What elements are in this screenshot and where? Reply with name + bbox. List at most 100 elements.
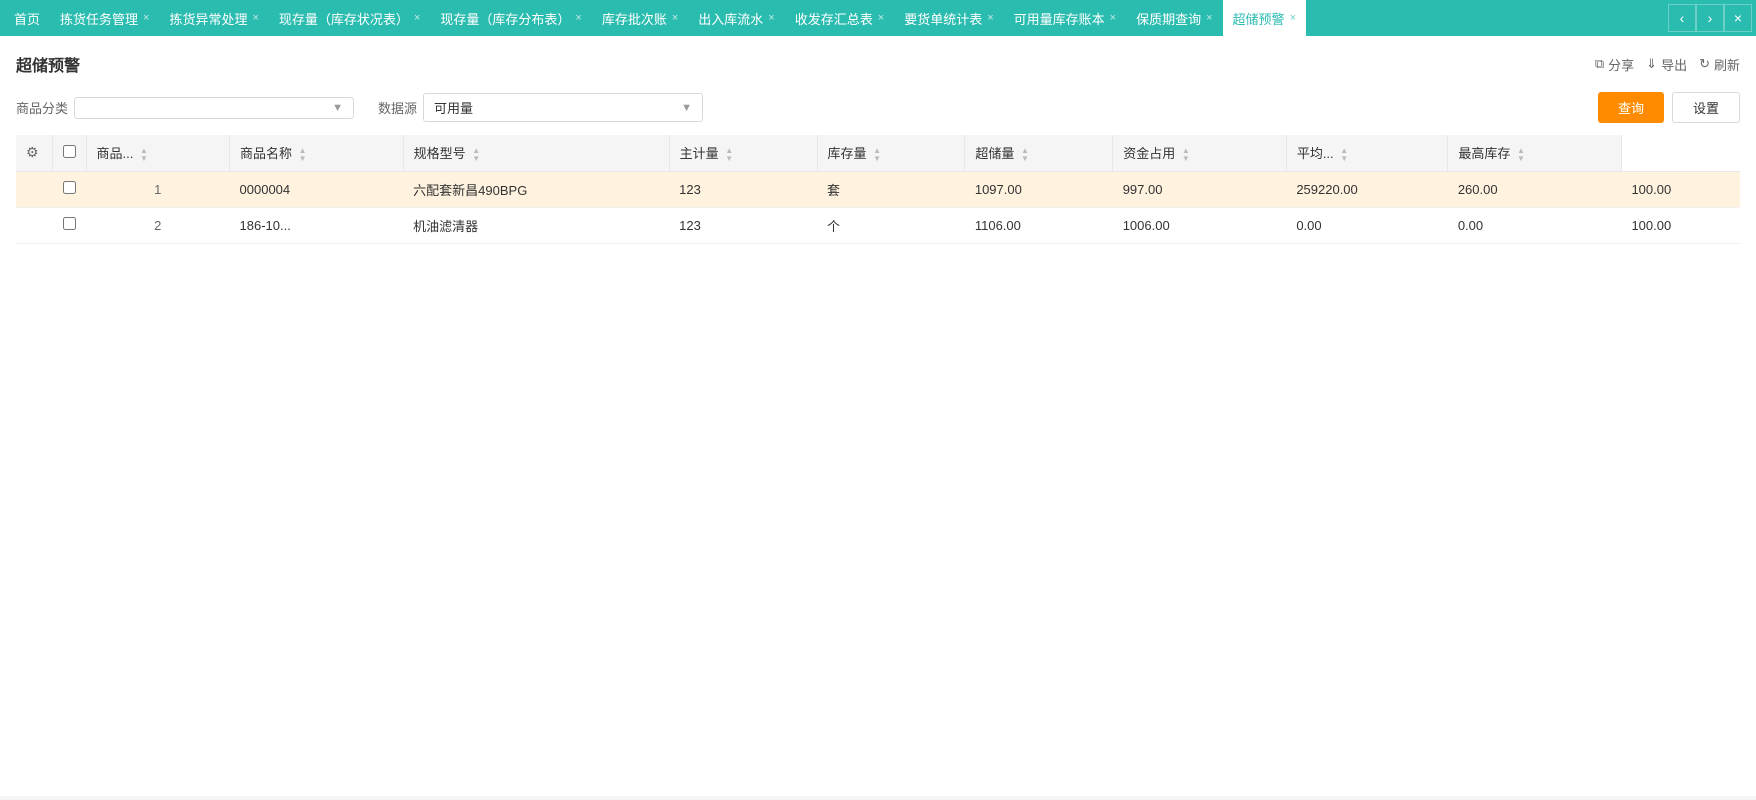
- gear-settings-icon[interactable]: ⚙: [26, 144, 39, 160]
- nav-label-order-stats: 要货单统计表: [904, 9, 982, 28]
- nav-label-recv-summary: 收发存汇总表: [795, 9, 873, 28]
- nav-close-recv-summary[interactable]: ×: [878, 12, 884, 24]
- td-overstock-0: 997.00: [1113, 171, 1287, 207]
- nav-item-order-stats[interactable]: 要货单统计表 ×: [894, 0, 1003, 36]
- page-content: 超储预警 ⧉ 分享 ⇓ 导出 ↻ 刷新 商品分类 ▼: [0, 36, 1756, 796]
- select-all-checkbox[interactable]: [63, 145, 76, 158]
- sort-icon-spec: [472, 147, 480, 163]
- th-stock[interactable]: 库存量: [817, 135, 965, 171]
- refresh-icon: ↻: [1699, 56, 1710, 72]
- th-max-stock[interactable]: 最高库存: [1448, 135, 1622, 171]
- sort-icon-product-name: [299, 147, 307, 163]
- nav-item-quality-check[interactable]: 保质期查询 ×: [1126, 0, 1222, 36]
- td-product-name-0: 六配套新昌490BPG: [403, 171, 669, 207]
- nav-close-order-stats[interactable]: ×: [987, 12, 993, 24]
- share-icon: ⧉: [1595, 56, 1604, 72]
- th-product-code-label: 商品...: [97, 146, 134, 161]
- th-capital[interactable]: 资金占用: [1113, 135, 1287, 171]
- nav-close-quality-check[interactable]: ×: [1206, 12, 1212, 24]
- nav-item-abnormal[interactable]: 拣货异常处理 ×: [159, 0, 268, 36]
- nav-item-overstock-alert[interactable]: 超储预警 ×: [1223, 0, 1306, 36]
- sort-icon-unit: [725, 147, 733, 163]
- export-icon: ⇓: [1646, 56, 1657, 72]
- datasource-label: 数据源: [378, 98, 417, 117]
- nav-label-overstock-alert: 超储预警: [1233, 9, 1285, 28]
- export-label: 导出: [1661, 55, 1687, 74]
- nav-close-inventory-dist[interactable]: ×: [575, 12, 581, 24]
- nav-item-batch-account[interactable]: 库存批次账 ×: [592, 0, 688, 36]
- filter-row: 商品分类 ▼ 数据源 可用量 ▼ 查询 设置: [16, 92, 1740, 123]
- td-avg-0: 260.00: [1448, 171, 1622, 207]
- refresh-button[interactable]: ↻ 刷新: [1699, 55, 1740, 74]
- sort-icon-capital: [1182, 147, 1190, 163]
- th-spec[interactable]: 规格型号: [403, 135, 669, 171]
- td-max-stock-1: 100.00: [1621, 207, 1740, 243]
- settings-button[interactable]: 设置: [1672, 92, 1740, 123]
- nav-item-inventory-dist[interactable]: 现存量（库存分布表） ×: [430, 0, 591, 36]
- category-dropdown-icon: ▼: [332, 102, 343, 114]
- category-filter: 商品分类 ▼: [16, 97, 354, 119]
- th-check: [52, 135, 86, 171]
- nav-label-inventory-dist: 现存量（库存分布表）: [440, 9, 570, 28]
- nav-item-home[interactable]: 首页: [4, 0, 50, 36]
- datasource-select[interactable]: 可用量 ▼: [423, 93, 703, 122]
- th-max-stock-label: 最高库存: [1458, 146, 1510, 161]
- th-product-name[interactable]: 商品名称: [230, 135, 404, 171]
- th-avg-label: 平均...: [1297, 146, 1334, 161]
- th-stock-label: 库存量: [828, 146, 867, 161]
- th-overstock-label: 超储量: [975, 146, 1014, 161]
- table-row: 1 0000004 六配套新昌490BPG 123 套 1097.00 997.…: [16, 171, 1740, 207]
- td-capital-0: 259220.00: [1286, 171, 1448, 207]
- td-max-stock-0: 100.00: [1621, 171, 1740, 207]
- datasource-dropdown-icon: ▼: [681, 102, 692, 114]
- nav-item-inventory-status[interactable]: 现存量（库存状况表） ×: [269, 0, 430, 36]
- th-overstock[interactable]: 超储量: [965, 135, 1113, 171]
- sort-icon-product-code: [140, 147, 148, 163]
- td-check-0[interactable]: [52, 171, 86, 207]
- td-stock-1: 1106.00: [965, 207, 1113, 243]
- td-avg-1: 0.00: [1448, 207, 1622, 243]
- nav-label-abnormal: 拣货异常处理: [169, 9, 247, 28]
- nav-close-inout-flow[interactable]: ×: [768, 12, 774, 24]
- td-gear-0: [16, 171, 52, 207]
- th-product-code[interactable]: 商品...: [86, 135, 230, 171]
- nav-arrow-left[interactable]: ‹: [1668, 4, 1696, 32]
- nav-close-batch-account[interactable]: ×: [672, 12, 678, 24]
- row-checkbox-0[interactable]: [63, 181, 76, 194]
- table-header-row: ⚙ 商品... 商品名称 规格型号 主计量: [16, 135, 1740, 171]
- td-rownum-1: 2: [86, 207, 230, 243]
- top-nav: 首页 拣货任务管理 × 拣货异常处理 × 现存量（库存状况表） × 现存量（库存…: [0, 0, 1756, 36]
- th-avg[interactable]: 平均...: [1286, 135, 1448, 171]
- nav-arrows: ‹ › ×: [1668, 4, 1752, 32]
- nav-label-inventory-status: 现存量（库存状况表）: [279, 9, 409, 28]
- nav-label-home: 首页: [14, 9, 40, 28]
- td-spec-1: 123: [669, 207, 817, 243]
- nav-item-task-mgmt[interactable]: 拣货任务管理 ×: [50, 0, 159, 36]
- nav-arrow-right[interactable]: ›: [1696, 4, 1724, 32]
- nav-close-task-mgmt[interactable]: ×: [143, 12, 149, 24]
- td-gear-1: [16, 207, 52, 243]
- th-unit[interactable]: 主计量: [669, 135, 817, 171]
- export-button[interactable]: ⇓ 导出: [1646, 55, 1687, 74]
- share-button[interactable]: ⧉ 分享: [1595, 55, 1634, 74]
- nav-item-available-account[interactable]: 可用量库存账本 ×: [1004, 0, 1126, 36]
- th-gear: ⚙: [16, 135, 52, 171]
- nav-close-inventory-status[interactable]: ×: [414, 12, 420, 24]
- td-product-name-1: 机油滤清器: [403, 207, 669, 243]
- row-checkbox-1[interactable]: [63, 217, 76, 230]
- nav-item-inout-flow[interactable]: 出入库流水 ×: [688, 0, 784, 36]
- th-capital-label: 资金占用: [1123, 146, 1175, 161]
- category-select[interactable]: ▼: [74, 97, 354, 119]
- share-label: 分享: [1608, 55, 1634, 74]
- sort-icon-avg: [1340, 147, 1348, 163]
- nav-arrow-close[interactable]: ×: [1724, 4, 1752, 32]
- nav-close-available-account[interactable]: ×: [1110, 12, 1116, 24]
- filter-actions: 查询 设置: [1598, 92, 1740, 123]
- nav-close-abnormal[interactable]: ×: [252, 12, 258, 24]
- nav-item-recv-summary[interactable]: 收发存汇总表 ×: [785, 0, 894, 36]
- td-check-1[interactable]: [52, 207, 86, 243]
- td-unit-1: 个: [817, 207, 965, 243]
- th-unit-label: 主计量: [680, 146, 719, 161]
- query-button[interactable]: 查询: [1598, 92, 1664, 123]
- nav-close-overstock-alert[interactable]: ×: [1290, 12, 1296, 24]
